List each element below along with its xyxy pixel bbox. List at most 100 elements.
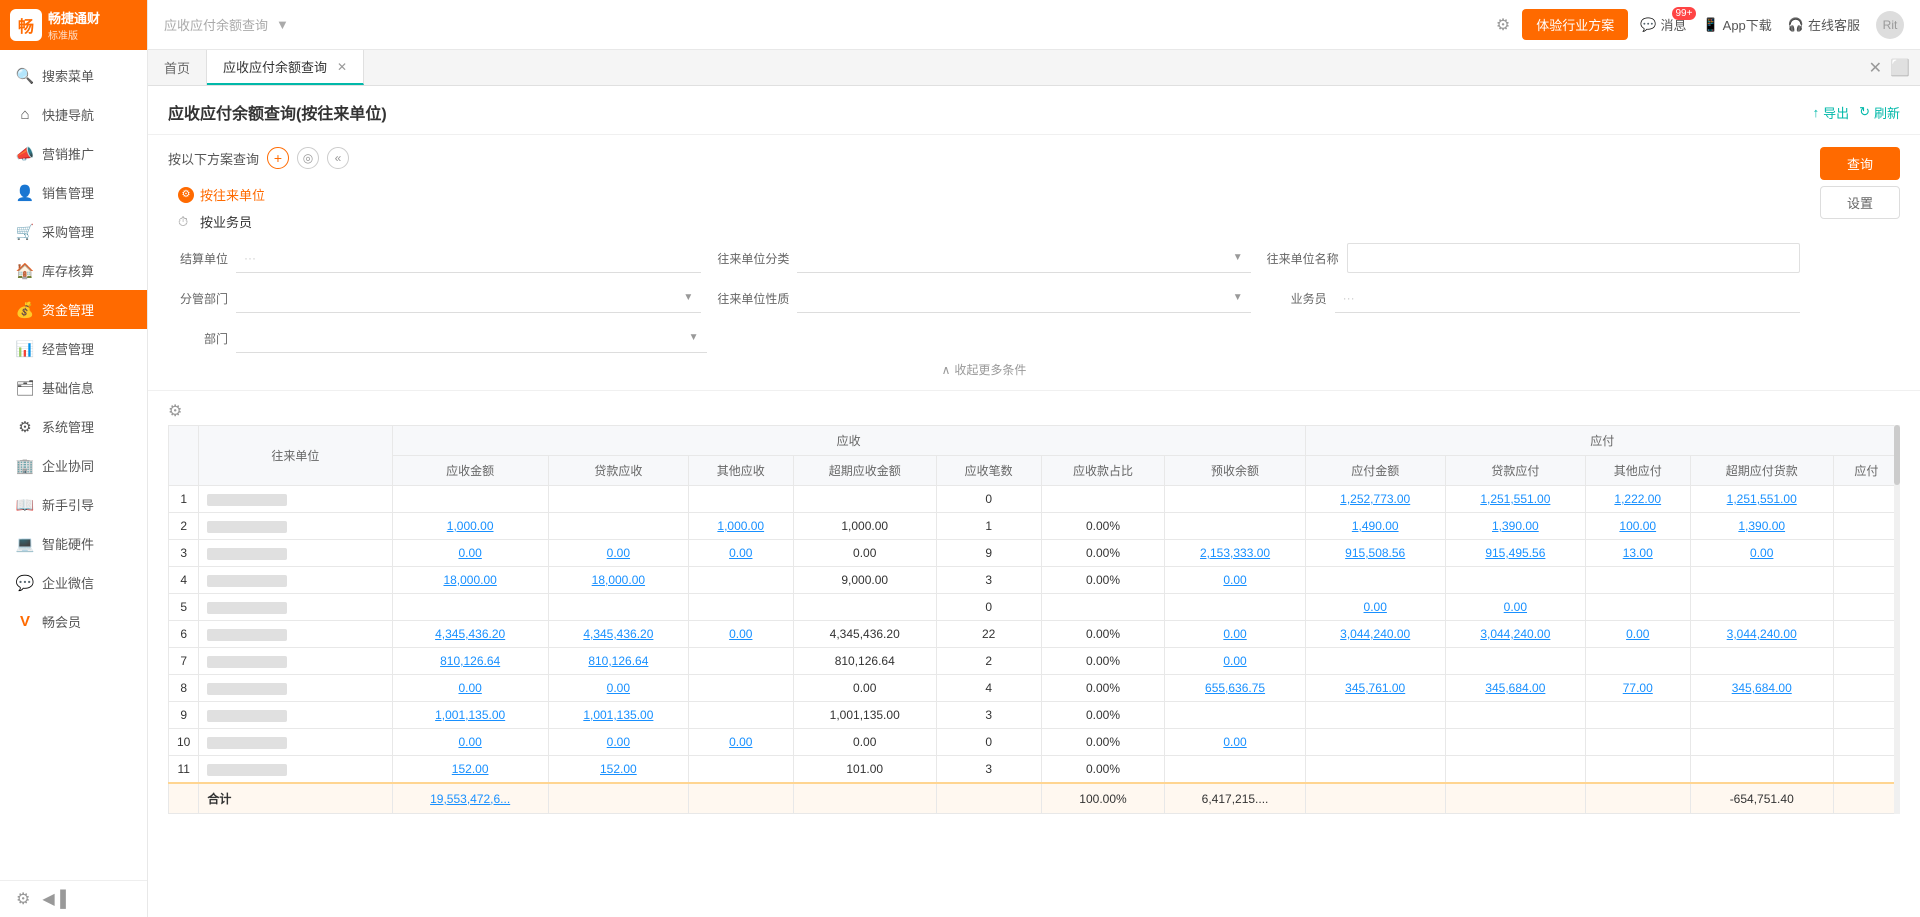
sidebar-item-sales[interactable]: 👤 销售管理 — [0, 173, 147, 212]
total-prepay: 6,417,215.... — [1165, 783, 1305, 814]
maximize-icon[interactable]: ⬜ — [1890, 58, 1910, 78]
col-overdue-ap: 超期应付货款 — [1690, 456, 1833, 486]
filter-field-dept: 部门 ▼ — [168, 323, 707, 353]
sidebar-item-marketing[interactable]: 📣 营销推广 — [0, 134, 147, 173]
tab-close-icon[interactable]: ✕ — [337, 60, 347, 74]
sidebar-item-member[interactable]: V 畅会员 — [0, 602, 147, 641]
close-window-icon[interactable]: ✕ — [1869, 58, 1882, 78]
service-icon: 🎧 — [1788, 17, 1804, 33]
operation-icon: 📊 — [16, 340, 34, 358]
filter-collapse-button[interactable]: « — [327, 147, 349, 169]
salesman-input[interactable]: ··· — [1335, 283, 1800, 313]
total-label: 合计 — [199, 783, 392, 814]
query-button[interactable]: 查询 — [1820, 147, 1900, 180]
sidebar-item-basic[interactable]: 🗂 基础信息 — [0, 368, 147, 407]
filter-add-button[interactable]: + — [267, 147, 289, 169]
tab-query[interactable]: 应收应付余额查询 ✕ — [207, 50, 364, 85]
table-row: 80.000.000.0040.00%655,636.75345,761.003… — [169, 675, 1900, 702]
sidebar-label-enterprise: 企业协同 — [42, 456, 94, 475]
dept-input[interactable]: ▼ — [236, 323, 707, 353]
table-toolbar: ⚙ — [168, 401, 1900, 421]
sidebar-item-guide[interactable]: 📖 新手引导 — [0, 485, 147, 524]
settings-footer-icon[interactable]: ⚙ — [16, 889, 30, 909]
sidebar-item-wechat[interactable]: 💬 企业微信 — [0, 563, 147, 602]
scheme-item-salesman[interactable]: ⏱ 按业务员 — [168, 208, 1800, 235]
col-ar-ratio: 应收款占比 — [1041, 456, 1165, 486]
partner-nature-input[interactable]: ▼ — [797, 283, 1250, 313]
avatar-text: Rit — [1883, 18, 1898, 32]
system-icon: ⚙ — [16, 418, 34, 436]
message-badge: 99+ — [1672, 7, 1697, 20]
sidebar-item-enterprise[interactable]: 🏢 企业协同 — [0, 446, 147, 485]
sidebar-footer: ⚙ ◀▐ — [0, 880, 147, 917]
service-label: 在线客服 — [1808, 15, 1860, 34]
online-service-btn[interactable]: 🎧 在线客服 — [1788, 15, 1860, 34]
sidebar-label-sales: 销售管理 — [42, 183, 94, 202]
tab-query-label: 应收应付余额查询 — [223, 57, 327, 76]
partner-nature-label: 往来单位性质 — [717, 290, 789, 307]
main-content: 应收应付余额查询(按往来单位) ↑ 导出 ↻ 刷新 按以下方案查询 — [148, 86, 1920, 917]
table-row: 7810,126.64810,126.64810,126.6420.00%0.0… — [169, 648, 1900, 675]
total-ar-ratio: 100.00% — [1041, 783, 1165, 814]
promo-button[interactable]: 体验行业方案 — [1522, 9, 1628, 40]
message-icon: 💬 — [1640, 17, 1656, 33]
filter-scheme-button[interactable]: ◎ — [297, 147, 319, 169]
table-settings-icon[interactable]: ⚙ — [168, 401, 182, 421]
avatar[interactable]: Rit — [1876, 11, 1904, 39]
collapse-more-button[interactable]: ∧ 收起更多条件 — [942, 361, 1027, 378]
salesman-label: 业务员 — [1267, 290, 1327, 307]
tab-home[interactable]: 首页 — [148, 50, 207, 85]
sidebar-item-purchase[interactable]: 🛒 采购管理 — [0, 212, 147, 251]
marketing-icon: 📣 — [16, 145, 34, 163]
scheme-list: ⚙ 按往来单位 ⏱ 按业务员 — [168, 181, 1800, 235]
sidebar-item-hardware[interactable]: 💻 智能硬件 — [0, 524, 147, 563]
partner-category-input[interactable]: ▼ — [797, 243, 1250, 273]
collapse-footer-icon[interactable]: ◀▐ — [42, 889, 66, 909]
topbar: 应收应付余额查询 ▼ ⚙ 体验行业方案 💬 消息 99+ 📱 App下载 🎧 在… — [148, 0, 1920, 50]
chevron-up-icon: ∧ — [942, 363, 951, 377]
col-prepay: 预收余额 — [1165, 456, 1305, 486]
col-partner: 往来单位 — [199, 426, 392, 486]
scroll-track — [1894, 425, 1900, 814]
basic-icon: 🗂 — [16, 379, 34, 397]
sidebar-item-search[interactable]: 🔍 搜索菜单 — [0, 56, 147, 95]
table-scroll: 往来单位 应收 应付 应收金额 贷款应收 其他应收 超期应收金额 应收笔数 应收… — [168, 425, 1900, 814]
settlement-input[interactable]: ··· — [236, 243, 701, 273]
col-no — [169, 426, 199, 486]
logo-icon: 畅 — [10, 9, 42, 41]
sidebar-item-quick[interactable]: ⌂ 快捷导航 — [0, 95, 147, 134]
sidebar-item-system[interactable]: ⚙ 系统管理 — [0, 407, 147, 446]
sidebar-label-system: 系统管理 — [42, 417, 94, 436]
scheme-item-partner[interactable]: ⚙ 按往来单位 — [168, 181, 1800, 208]
sidebar-item-inventory[interactable]: 🏠 库存核算 — [0, 251, 147, 290]
export-button[interactable]: ↑ 导出 — [1813, 103, 1850, 122]
set-button[interactable]: 设置 — [1820, 186, 1900, 219]
sidebar-item-operation[interactable]: 📊 经营管理 — [0, 329, 147, 368]
refresh-button[interactable]: ↻ 刷新 — [1859, 103, 1900, 122]
filter-label: 按以下方案查询 — [168, 149, 259, 168]
wechat-icon: 💬 — [16, 574, 34, 592]
filter-field-salesman: 业务员 ··· — [1267, 283, 1800, 313]
partner-category-label: 往来单位分类 — [717, 250, 789, 267]
col-ap-extra: 应付 — [1833, 456, 1899, 486]
sidebar-label-member: 畅会员 — [42, 612, 81, 631]
partner-name-input[interactable] — [1347, 243, 1800, 273]
sidebar-nav: 🔍 搜索菜单 ⌂ 快捷导航 📣 营销推广 👤 销售管理 🛒 采购管理 🏠 库存核… — [0, 50, 147, 880]
app-label: App下载 — [1723, 15, 1772, 34]
dept-manage-label: 分管部门 — [168, 290, 228, 307]
table-area: ⚙ 往来单位 应收 应付 应收金额 贷款应收 其他应收 — [148, 391, 1920, 814]
scheme-partner-label: 按往来单位 — [200, 185, 265, 204]
data-table: 往来单位 应收 应付 应收金额 贷款应收 其他应收 超期应收金额 应收笔数 应收… — [168, 425, 1900, 814]
partner-name-label: 往来单位名称 — [1267, 250, 1339, 267]
app-download-btn[interactable]: 📱 App下载 — [1702, 15, 1771, 34]
gear-icon[interactable]: ⚙ — [1496, 15, 1510, 35]
purchase-icon: 🛒 — [16, 223, 34, 241]
settlement-label: 结算单位 — [168, 250, 228, 267]
sidebar-item-capital[interactable]: 💰 资金管理 — [0, 290, 147, 329]
logo-subtitle: 标准版 — [48, 27, 100, 42]
message-btn[interactable]: 💬 消息 99+ — [1640, 15, 1686, 34]
sidebar-label-operation: 经营管理 — [42, 339, 94, 358]
guide-icon: 📖 — [16, 496, 34, 514]
dept-manage-input[interactable]: ▼ — [236, 283, 701, 313]
sidebar-label-basic: 基础信息 — [42, 378, 94, 397]
